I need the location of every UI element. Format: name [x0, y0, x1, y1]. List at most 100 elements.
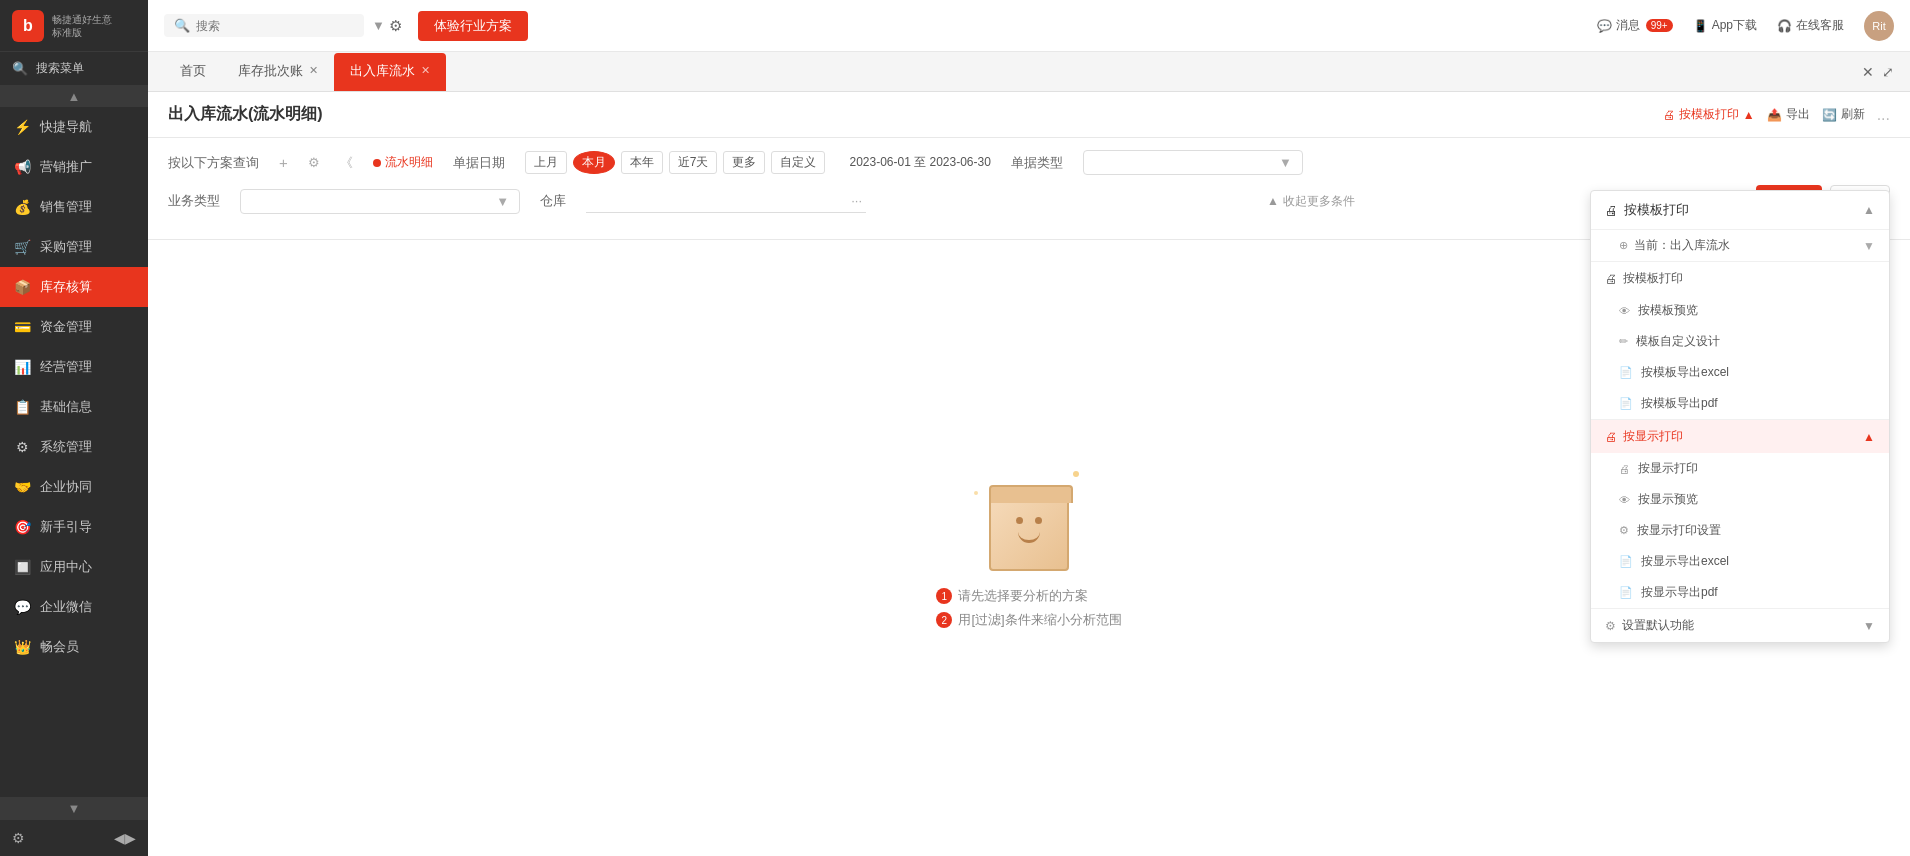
- sidebar-item-quick-nav[interactable]: ⚡ 快捷导航: [0, 107, 148, 147]
- filter-add-btn[interactable]: +: [279, 154, 288, 171]
- logo-icon: b: [12, 10, 44, 42]
- filter-settings-btn[interactable]: ⚙: [308, 155, 320, 170]
- sidebar-item-operation[interactable]: 📊 经营管理: [0, 347, 148, 387]
- display-preview-icon: 👁: [1619, 494, 1630, 506]
- dp-display-preview[interactable]: 👁 按显示预览: [1591, 484, 1889, 515]
- topbar-search-input[interactable]: [196, 19, 346, 33]
- sidebar-item-label: 销售管理: [40, 198, 92, 216]
- sidebar-item-finance[interactable]: 💳 资金管理: [0, 307, 148, 347]
- dp-title-icon: 🖨: [1605, 203, 1618, 218]
- tab-batch-account[interactable]: 库存批次账 ✕: [222, 53, 334, 91]
- settings-icon[interactable]: ⚙: [12, 830, 25, 846]
- display-export-excel-label: 按显示导出excel: [1641, 553, 1729, 570]
- display-print-settings-label: 按显示打印设置: [1637, 522, 1721, 539]
- warehouse-select[interactable]: ···: [586, 189, 866, 213]
- date-btn-more[interactable]: 更多: [723, 151, 765, 174]
- sidebar-item-guide[interactable]: 🎯 新手引导: [0, 507, 148, 547]
- dp-display-export-pdf[interactable]: 📄 按显示导出pdf: [1591, 577, 1889, 608]
- dp-template-export-pdf[interactable]: 📄 按模板导出pdf: [1591, 388, 1889, 419]
- biz-type-select[interactable]: ▼: [240, 189, 520, 214]
- display-print-settings-icon: ⚙: [1619, 524, 1629, 537]
- date-btn-custom[interactable]: 自定义: [771, 151, 825, 174]
- sidebar-item-membership[interactable]: 👑 畅会员: [0, 627, 148, 667]
- dp-footer[interactable]: ⚙ 设置默认功能 ▼: [1591, 609, 1889, 642]
- finance-icon: 💳: [12, 319, 32, 335]
- dp-template-export-excel[interactable]: 📄 按模板导出excel: [1591, 357, 1889, 388]
- topbar-gear-icon[interactable]: ⚙: [389, 17, 402, 35]
- more-btn[interactable]: ...: [1877, 106, 1890, 124]
- inventory-icon: 📦: [12, 279, 32, 295]
- date-filter-label: 单据日期: [453, 154, 505, 172]
- dp-collapse-arrow[interactable]: ▲: [1863, 203, 1875, 217]
- sidebar-search[interactable]: 🔍 搜索菜单: [0, 52, 148, 85]
- print-template-btn[interactable]: 🖨 按模板打印 ▲: [1663, 106, 1755, 123]
- sidebar-item-sales[interactable]: 💰 销售管理: [0, 187, 148, 227]
- dp-display-export-excel[interactable]: 📄 按显示导出excel: [1591, 546, 1889, 577]
- date-btn-7days[interactable]: 近7天: [669, 151, 718, 174]
- sidebar-item-app-center[interactable]: 🔲 应用中心: [0, 547, 148, 587]
- left-eye: [1016, 517, 1023, 524]
- sidebar-item-label: 快捷导航: [40, 118, 92, 136]
- dp-template-custom[interactable]: ✏ 模板自定义设计: [1591, 326, 1889, 357]
- refresh-btn[interactable]: 🔄 刷新: [1822, 106, 1865, 123]
- display-section-arrow: ▲: [1863, 430, 1875, 444]
- bill-type-arrow: ▼: [1279, 155, 1292, 170]
- box-body: [989, 499, 1069, 571]
- message-group[interactable]: 💬 消息 99+: [1597, 17, 1673, 34]
- sidebar-item-basic[interactable]: 📋 基础信息: [0, 387, 148, 427]
- dp-section-display-header[interactable]: 🖨 按显示打印 ▲: [1591, 420, 1889, 453]
- date-btn-this-year[interactable]: 本年: [621, 151, 663, 174]
- dp-display-print[interactable]: 🖨 按显示打印: [1591, 453, 1889, 484]
- dp-template-preview[interactable]: 👁 按模板预览: [1591, 295, 1889, 326]
- collapse-sidebar-icon[interactable]: ◀▶: [114, 830, 136, 846]
- message-icon: 💬: [1597, 19, 1612, 33]
- date-btn-this-month[interactable]: 本月: [573, 151, 615, 174]
- biz-type-arrow: ▼: [496, 194, 509, 209]
- dp-display-print-settings[interactable]: ⚙ 按显示打印设置: [1591, 515, 1889, 546]
- trial-button[interactable]: 体验行业方案: [418, 11, 528, 41]
- user-avatar[interactable]: Rit: [1864, 11, 1894, 41]
- sidebar-item-system[interactable]: ⚙ 系统管理: [0, 427, 148, 467]
- tab-expand-icon[interactable]: ⤢: [1882, 64, 1894, 80]
- sidebar-item-purchase[interactable]: 🛒 采购管理: [0, 227, 148, 267]
- tab-inout-flow[interactable]: 出入库流水 ✕: [334, 53, 446, 91]
- online-service-group[interactable]: 🎧 在线客服: [1777, 17, 1844, 34]
- app-download-group[interactable]: 📱 App下载: [1693, 17, 1757, 34]
- display-pdf-icon: 📄: [1619, 586, 1633, 599]
- tabbar: 首页 库存批次账 ✕ 出入库流水 ✕ ✕ ⤢: [148, 52, 1910, 92]
- display-excel-icon: 📄: [1619, 555, 1633, 568]
- sidebar-item-marketing[interactable]: 📢 营销推广: [0, 147, 148, 187]
- tab-inout-flow-close[interactable]: ✕: [421, 64, 430, 77]
- export-icon: 📤: [1767, 108, 1782, 122]
- dp-section-template: 🖨 按模板打印 👁 按模板预览 ✏ 模板自定义设计 📄 按模板导出excel: [1591, 262, 1889, 420]
- hint-1-num: 1: [936, 588, 952, 604]
- sidebar-item-enterprise-wechat[interactable]: 💬 企业微信: [0, 587, 148, 627]
- tab-close-all-icon[interactable]: ✕: [1862, 64, 1874, 80]
- app-download-icon: 📱: [1693, 19, 1708, 33]
- enterprise-wechat-icon: 💬: [12, 599, 32, 615]
- topbar-dropdown-arrow[interactable]: ▼: [372, 18, 385, 33]
- sidebar-item-cooperation[interactable]: 🤝 企业协同: [0, 467, 148, 507]
- online-service-label: 在线客服: [1796, 17, 1844, 34]
- tab-home[interactable]: 首页: [164, 53, 222, 91]
- sidebar-item-label: 系统管理: [40, 438, 92, 456]
- bill-type-select[interactable]: ▼: [1083, 150, 1303, 175]
- dp-current-arrow: ▼: [1863, 239, 1875, 253]
- dp-section-template-header[interactable]: 🖨 按模板打印: [1591, 262, 1889, 295]
- template-section-label: 按模板打印: [1623, 270, 1683, 287]
- page-title: 出入库流水(流水明细): [168, 104, 323, 137]
- filter-expand-btn[interactable]: 《: [340, 154, 353, 172]
- sidebar-scroll-up[interactable]: ▲: [0, 85, 148, 107]
- tab-batch-account-label: 库存批次账: [238, 62, 303, 80]
- tab-batch-account-close[interactable]: ✕: [309, 64, 318, 77]
- hint-1-text: 请先选择要分析的方案: [958, 587, 1088, 605]
- date-btn-last-month[interactable]: 上月: [525, 151, 567, 174]
- dp-current-selection[interactable]: ⊕ 当前：出入库流水 ▼: [1591, 230, 1889, 262]
- export-btn[interactable]: 📤 导出: [1767, 106, 1810, 123]
- template-preview-icon: 👁: [1619, 305, 1630, 317]
- collapse-btn[interactable]: ▲ 收起更多条件: [1267, 193, 1355, 210]
- topbar-search-box[interactable]: 🔍: [164, 14, 364, 37]
- sidebar-item-inventory[interactable]: 📦 库存核算: [0, 267, 148, 307]
- dp-header-left: 🖨 按模板打印: [1605, 201, 1689, 219]
- sidebar-scroll-down[interactable]: ▼: [0, 797, 148, 819]
